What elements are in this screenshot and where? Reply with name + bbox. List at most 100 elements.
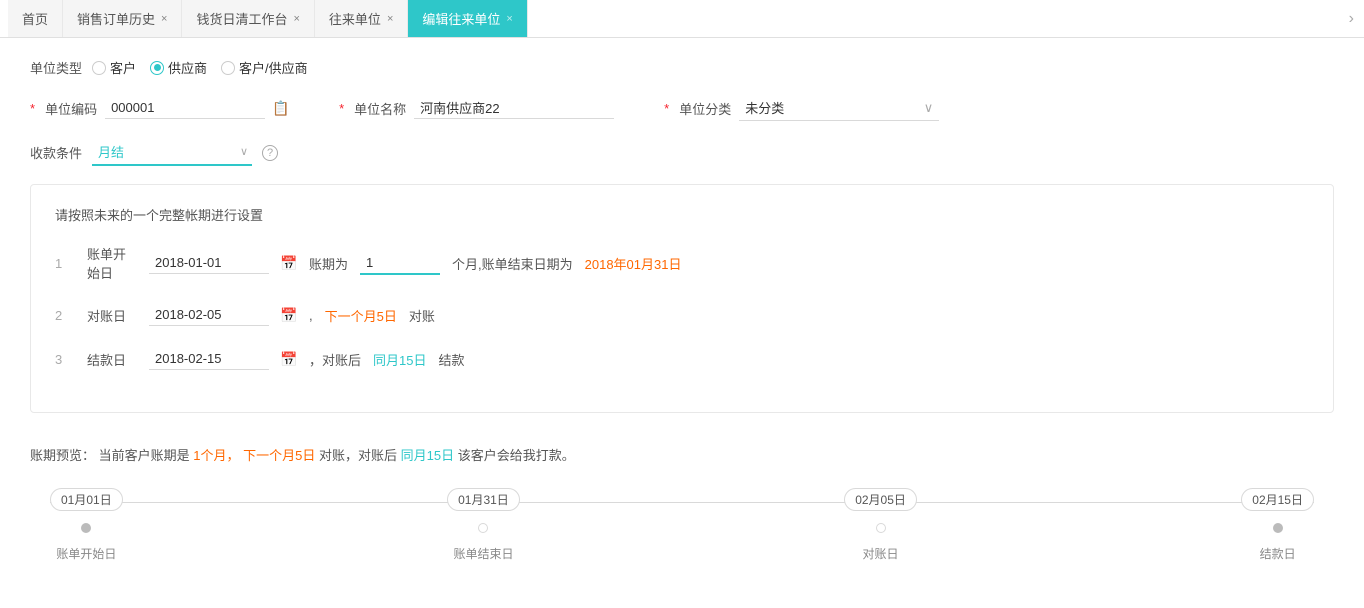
help-icon[interactable]: ? bbox=[262, 145, 278, 161]
period-card: 请按照未来的一个完整帐期进行设置 1 账单开始日 📅 账期为 个月,账单结束日期… bbox=[30, 184, 1334, 413]
tab-partner-unit[interactable]: 往来单位 × bbox=[315, 0, 408, 37]
tab-sales-history-label: 销售订单历史 bbox=[77, 9, 155, 28]
code-label: 单位编码 bbox=[45, 99, 97, 118]
category-value: 未分类 bbox=[745, 98, 923, 117]
main-content: 单位类型 客户 供应商 客户/供应商 * 单位编码 📋 * 单位名称 bbox=[0, 38, 1364, 608]
period-months-input[interactable] bbox=[360, 252, 440, 275]
tab-cash-work-close[interactable]: × bbox=[293, 13, 299, 25]
period-num-3: 3 bbox=[55, 352, 75, 367]
timeline-point-2: 02月05日 对账日 bbox=[844, 488, 917, 562]
code-input[interactable] bbox=[105, 97, 265, 119]
unit-fields-row: * 单位编码 📋 * 单位名称 * 单位分类 未分类 ∨ bbox=[30, 95, 1334, 121]
tab-edit-partner[interactable]: 编辑往来单位 × bbox=[408, 0, 527, 37]
timeline-dot-2 bbox=[876, 523, 886, 533]
radio-customer-label: 客户 bbox=[110, 58, 136, 77]
timeline-badge-3: 02月15日 bbox=[1241, 488, 1314, 511]
period-label-2: 对账日 bbox=[87, 306, 137, 325]
timeline-point-1: 01月31日 账单结束日 bbox=[447, 488, 520, 562]
tab-cash-work[interactable]: 钱货日清工作台 × bbox=[182, 0, 314, 37]
timeline-label-0: 账单开始日 bbox=[56, 545, 116, 562]
timeline-badge-1: 01月31日 bbox=[447, 488, 520, 511]
period-hint-2a: , bbox=[309, 308, 313, 323]
timeline-badge-0: 01月01日 bbox=[50, 488, 123, 511]
period-reconcile-date-input[interactable] bbox=[149, 304, 269, 326]
timeline-dot-1 bbox=[478, 523, 488, 533]
period-suffix-before-1: 账期为 bbox=[309, 254, 348, 273]
period-label-1: 账单开始日 bbox=[87, 244, 137, 282]
period-payment-highlight: 同月15日 bbox=[373, 350, 426, 369]
preview-text-before: 当前客户账期是 bbox=[99, 448, 190, 463]
tab-sales-history[interactable]: 销售订单历史 × bbox=[63, 0, 182, 37]
preview-section: 账期预览： 当前客户账期是 1个月， 下一个月5日 对账，对账后 同月15日 该… bbox=[30, 429, 1334, 562]
radio-supplier-label: 供应商 bbox=[168, 58, 207, 77]
name-input[interactable] bbox=[414, 97, 614, 119]
tab-sales-history-close[interactable]: × bbox=[161, 13, 167, 25]
timeline-dot-3 bbox=[1273, 523, 1283, 533]
timeline-label-1: 账单结束日 bbox=[453, 545, 513, 562]
timeline-point-0: 01月01日 账单开始日 bbox=[50, 488, 123, 562]
tab-home-label: 首页 bbox=[22, 9, 48, 28]
period-payment-calendar-icon[interactable]: 📅 bbox=[281, 351, 297, 367]
payment-row: 收款条件 月结 ∨ ? bbox=[30, 139, 1334, 166]
preview-text-middle1: 下一个月5日 bbox=[243, 448, 315, 463]
category-field-group: * 单位分类 未分类 ∨ bbox=[664, 95, 939, 121]
radio-both-label: 客户/供应商 bbox=[239, 58, 308, 77]
period-start-calendar-icon[interactable]: 📅 bbox=[281, 255, 297, 271]
preview-label: 账期预览： bbox=[30, 448, 95, 463]
tab-bar: 首页 销售订单历史 × 钱货日清工作台 × 往来单位 × 编辑往来单位 × › bbox=[0, 0, 1364, 38]
payment-dropdown[interactable]: 月结 ∨ bbox=[92, 139, 252, 166]
name-field-group: * 单位名称 bbox=[339, 97, 614, 119]
radio-both-circle bbox=[221, 61, 235, 75]
period-label-3: 结款日 bbox=[87, 350, 137, 369]
preview-text-after: 该客户会给我打款。 bbox=[458, 448, 575, 463]
timeline-label-2: 对账日 bbox=[863, 545, 899, 562]
name-required-star: * bbox=[339, 101, 344, 116]
code-required-star: * bbox=[30, 101, 35, 116]
tab-home[interactable]: 首页 bbox=[8, 0, 63, 37]
tab-cash-work-label: 钱货日清工作台 bbox=[196, 9, 287, 28]
radio-supplier[interactable]: 供应商 bbox=[150, 58, 207, 77]
unit-type-label: 单位类型 bbox=[30, 58, 82, 77]
preview-text-middle2: 对账，对账后 bbox=[319, 448, 397, 463]
radio-both[interactable]: 客户/供应商 bbox=[221, 58, 308, 77]
period-payment-date-input[interactable] bbox=[149, 348, 269, 370]
preview-highlight2: 同月15日 bbox=[401, 448, 454, 463]
timeline-points: 01月01日 账单开始日 01月31日 账单结束日 02月05日 对账日 02月… bbox=[50, 488, 1314, 562]
radio-group-unit-type: 客户 供应商 客户/供应商 bbox=[92, 58, 308, 77]
period-num-1: 1 bbox=[55, 256, 75, 271]
tab-arrow-right[interactable]: › bbox=[1339, 0, 1364, 37]
unit-type-row: 单位类型 客户 供应商 客户/供应商 bbox=[30, 58, 1334, 77]
period-suffix-after-1: 个月,账单结束日期为 bbox=[452, 254, 573, 273]
timeline-dot-0 bbox=[81, 523, 91, 533]
tab-partner-unit-label: 往来单位 bbox=[329, 9, 381, 28]
period-start-date-input[interactable] bbox=[149, 252, 269, 274]
category-label: 单位分类 bbox=[679, 99, 731, 118]
tab-partner-unit-close[interactable]: × bbox=[387, 13, 393, 25]
preview-text: 账期预览： 当前客户账期是 1个月， 下一个月5日 对账，对账后 同月15日 该… bbox=[30, 445, 1334, 464]
period-end-date-display: 2018年01月31日 bbox=[585, 254, 682, 273]
category-arrow-icon: ∨ bbox=[924, 100, 934, 116]
period-row-1: 1 账单开始日 📅 账期为 个月,账单结束日期为 2018年01月31日 bbox=[55, 244, 1309, 282]
payment-label: 收款条件 bbox=[30, 143, 82, 162]
period-reconcile-calendar-icon[interactable]: 📅 bbox=[281, 307, 297, 323]
payment-arrow-icon: ∨ bbox=[240, 145, 252, 158]
code-calendar-icon[interactable]: 📋 bbox=[273, 100, 289, 116]
period-card-title: 请按照未来的一个完整帐期进行设置 bbox=[55, 205, 1309, 224]
period-row-3: 3 结款日 📅 ，对账后 同月15日 结款 bbox=[55, 348, 1309, 370]
period-hint-3a: ，对账后 bbox=[309, 350, 361, 369]
tab-edit-partner-close[interactable]: × bbox=[506, 13, 512, 25]
timeline-point-3: 02月15日 结款日 bbox=[1241, 488, 1314, 562]
radio-customer[interactable]: 客户 bbox=[92, 58, 136, 77]
period-hint-3b: 结款 bbox=[438, 350, 464, 369]
period-reconcile-highlight: 下一个月5日 bbox=[325, 306, 397, 325]
category-dropdown[interactable]: 未分类 ∨ bbox=[739, 95, 939, 121]
payment-value: 月结 bbox=[92, 139, 240, 164]
category-required-star: * bbox=[664, 101, 669, 116]
code-field-group: * 单位编码 📋 bbox=[30, 97, 289, 119]
preview-highlight1: 1个月， bbox=[193, 448, 239, 463]
name-label: 单位名称 bbox=[354, 99, 406, 118]
radio-supplier-circle bbox=[150, 61, 164, 75]
period-row-2: 2 对账日 📅 , 下一个月5日 对账 bbox=[55, 304, 1309, 326]
period-num-2: 2 bbox=[55, 308, 75, 323]
timeline: 01月01日 账单开始日 01月31日 账单结束日 02月05日 对账日 02月… bbox=[30, 488, 1334, 562]
